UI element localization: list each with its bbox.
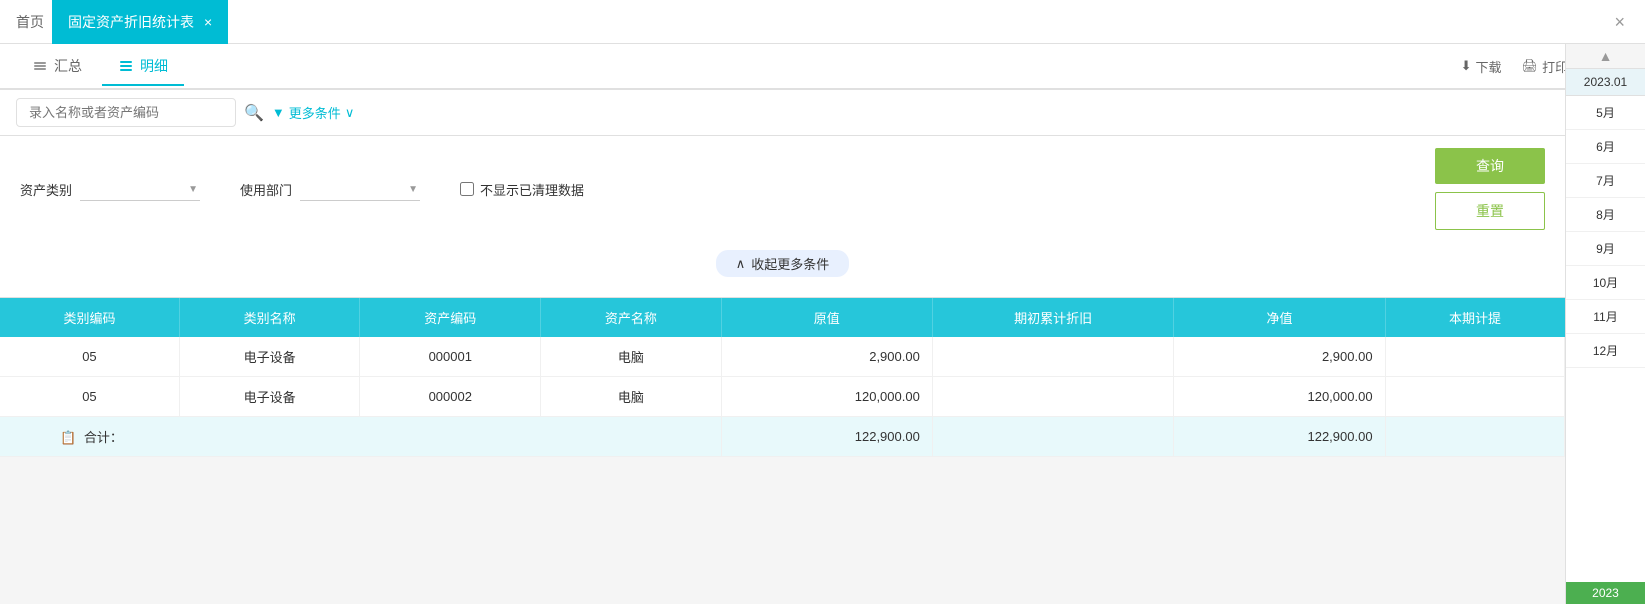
hide-cleared-label: 不显示已清理数据: [480, 180, 584, 199]
date-panel: ▲ 2023.01 5月 6月 7月 8月 9月 10月 11月 12月 202…: [1565, 44, 1645, 604]
asset-category-field: 资产类别 ▼: [20, 177, 200, 201]
date-display: 2023.01: [1584, 75, 1627, 89]
table-row: 05 电子设备 000002 电脑 120,000.00 120,000.00: [0, 377, 1565, 417]
reset-button[interactable]: 重置: [1435, 192, 1545, 230]
total-current-depreciation: [1385, 417, 1564, 457]
total-label: 📋 合计：: [0, 417, 721, 457]
sub-tabs-bar: 汇总 明细 ⬇ 下载 🖨 打印 ↻ 刷新: [0, 44, 1645, 90]
print-icon: 🖨: [1522, 58, 1539, 74]
tab-label: 固定资产折旧统计表: [68, 12, 194, 32]
chevron-down-icon: ∨: [345, 105, 355, 121]
tab-close-button[interactable]: ×: [204, 14, 212, 30]
month-item-7[interactable]: 7月: [1566, 164, 1645, 198]
department-field: 使用部门 ▼: [240, 177, 420, 201]
month-item-11[interactable]: 11月: [1566, 300, 1645, 334]
month-item-12[interactable]: 12月: [1566, 334, 1645, 368]
header-row: 类别编码 类别名称 资产编码 资产名称 原值 期初累计折旧 净值 本期计提: [0, 298, 1565, 337]
col-current-depreciation: 本期计提: [1385, 298, 1564, 337]
col-accumulated-depreciation: 期初累计折旧: [932, 298, 1174, 337]
top-nav: 首页 固定资产折旧统计表 × ×: [0, 0, 1645, 44]
table-header: 类别编码 类别名称 资产编码 资产名称 原值 期初累计折旧 净值 本期计提: [0, 298, 1565, 337]
total-row: 📋 合计： 122,900.00 122,900.00: [0, 417, 1565, 457]
sub-tabs-left: 汇总 明细: [16, 48, 184, 84]
col-asset-name: 资产名称: [541, 298, 722, 337]
month-item-8[interactable]: 8月: [1566, 198, 1645, 232]
download-icon: ⬇: [1461, 58, 1472, 74]
row2-category-code: 05: [0, 377, 179, 417]
department-label: 使用部门: [240, 180, 292, 199]
layers-icon: [32, 58, 48, 74]
row1-original-value: 2,900.00: [721, 337, 932, 377]
filter-area: 资产类别 ▼ 使用部门 ▼ 不显示已清理数: [0, 136, 1565, 298]
row1-category-code: 05: [0, 337, 179, 377]
tab-detail-label: 明细: [140, 56, 168, 76]
year-badge[interactable]: 2023: [1566, 582, 1645, 604]
row1-asset-name: 电脑: [541, 337, 722, 377]
row1-category-name: 电子设备: [179, 337, 360, 377]
row2-accumulated-depreciation: [932, 377, 1174, 417]
print-button[interactable]: 🖨 打印: [1522, 57, 1569, 76]
date-header: 2023.01: [1566, 69, 1645, 96]
row1-current-depreciation: [1385, 337, 1564, 377]
month-list: 5月 6月 7月 8月 9月 10月 11月 12月: [1566, 96, 1645, 582]
total-icon: 📋: [60, 430, 76, 445]
filter-icon: ▼: [272, 105, 285, 120]
month-item-10[interactable]: 10月: [1566, 266, 1645, 300]
tab-detail[interactable]: 明细: [102, 48, 184, 86]
row2-original-value: 120,000.00: [721, 377, 932, 417]
search-bar: 🔍 ▼ 更多条件 ∨: [0, 90, 1565, 136]
total-net-value: 122,900.00: [1174, 417, 1385, 457]
list-icon: [118, 58, 134, 74]
row1-net-value: 2,900.00: [1174, 337, 1385, 377]
collapse-section: ∧ 收起更多条件: [20, 242, 1545, 285]
chevron-up-icon: ∧: [736, 256, 746, 272]
download-button[interactable]: ⬇ 下载: [1461, 57, 1502, 76]
search-icon[interactable]: 🔍: [244, 103, 264, 123]
month-item-6[interactable]: 6月: [1566, 130, 1645, 164]
row2-category-name: 电子设备: [179, 377, 360, 417]
active-tab[interactable]: 固定资产折旧统计表 ×: [52, 0, 228, 44]
asset-category-select-wrapper: ▼: [80, 177, 200, 201]
row1-asset-code: 000001: [360, 337, 541, 377]
col-category-name: 类别名称: [179, 298, 360, 337]
more-conditions-button[interactable]: ▼ 更多条件 ∨: [272, 103, 354, 122]
data-table: 类别编码 类别名称 资产编码 资产名称 原值 期初累计折旧 净值 本期计提 05…: [0, 298, 1565, 457]
col-asset-code: 资产编码: [360, 298, 541, 337]
department-select-wrapper: ▼: [300, 177, 420, 201]
hide-cleared-checkbox[interactable]: [460, 182, 474, 196]
col-category-code: 类别编码: [0, 298, 179, 337]
main-content: 🔍 ▼ 更多条件 ∨ 资产类别 ▼ 使用部门: [0, 90, 1565, 457]
department-select[interactable]: [300, 177, 420, 201]
filter-row: 资产类别 ▼ 使用部门 ▼ 不显示已清理数: [20, 148, 1545, 230]
col-original-value: 原值: [721, 298, 932, 337]
asset-category-label: 资产类别: [20, 180, 72, 199]
tab-summary-label: 汇总: [54, 56, 82, 76]
month-item-5[interactable]: 5月: [1566, 96, 1645, 130]
row1-accumulated-depreciation: [932, 337, 1174, 377]
hide-cleared-field: 不显示已清理数据: [460, 180, 584, 199]
total-original-value: 122,900.00: [721, 417, 932, 457]
tab-summary[interactable]: 汇总: [16, 48, 98, 86]
col-net-value: 净值: [1174, 298, 1385, 337]
date-scroll-up[interactable]: ▲: [1566, 44, 1645, 69]
filter-buttons: 查询 重置: [1435, 148, 1545, 230]
query-button[interactable]: 查询: [1435, 148, 1545, 184]
home-nav[interactable]: 首页: [16, 12, 44, 32]
table-row: 05 电子设备 000001 电脑 2,900.00 2,900.00: [0, 337, 1565, 377]
asset-category-select[interactable]: [80, 177, 200, 201]
row2-asset-code: 000002: [360, 377, 541, 417]
row2-current-depreciation: [1385, 377, 1564, 417]
collapse-button[interactable]: ∧ 收起更多条件: [716, 250, 850, 277]
row2-net-value: 120,000.00: [1174, 377, 1385, 417]
search-input[interactable]: [16, 98, 236, 127]
table-body: 05 电子设备 000001 电脑 2,900.00 2,900.00 05 电…: [0, 337, 1565, 457]
total-accumulated-depreciation: [932, 417, 1174, 457]
month-item-9[interactable]: 9月: [1566, 232, 1645, 266]
row2-asset-name: 电脑: [541, 377, 722, 417]
table-container: 类别编码 类别名称 资产编码 资产名称 原值 期初累计折旧 净值 本期计提 05…: [0, 298, 1565, 457]
window-close-button[interactable]: ×: [1614, 12, 1625, 33]
